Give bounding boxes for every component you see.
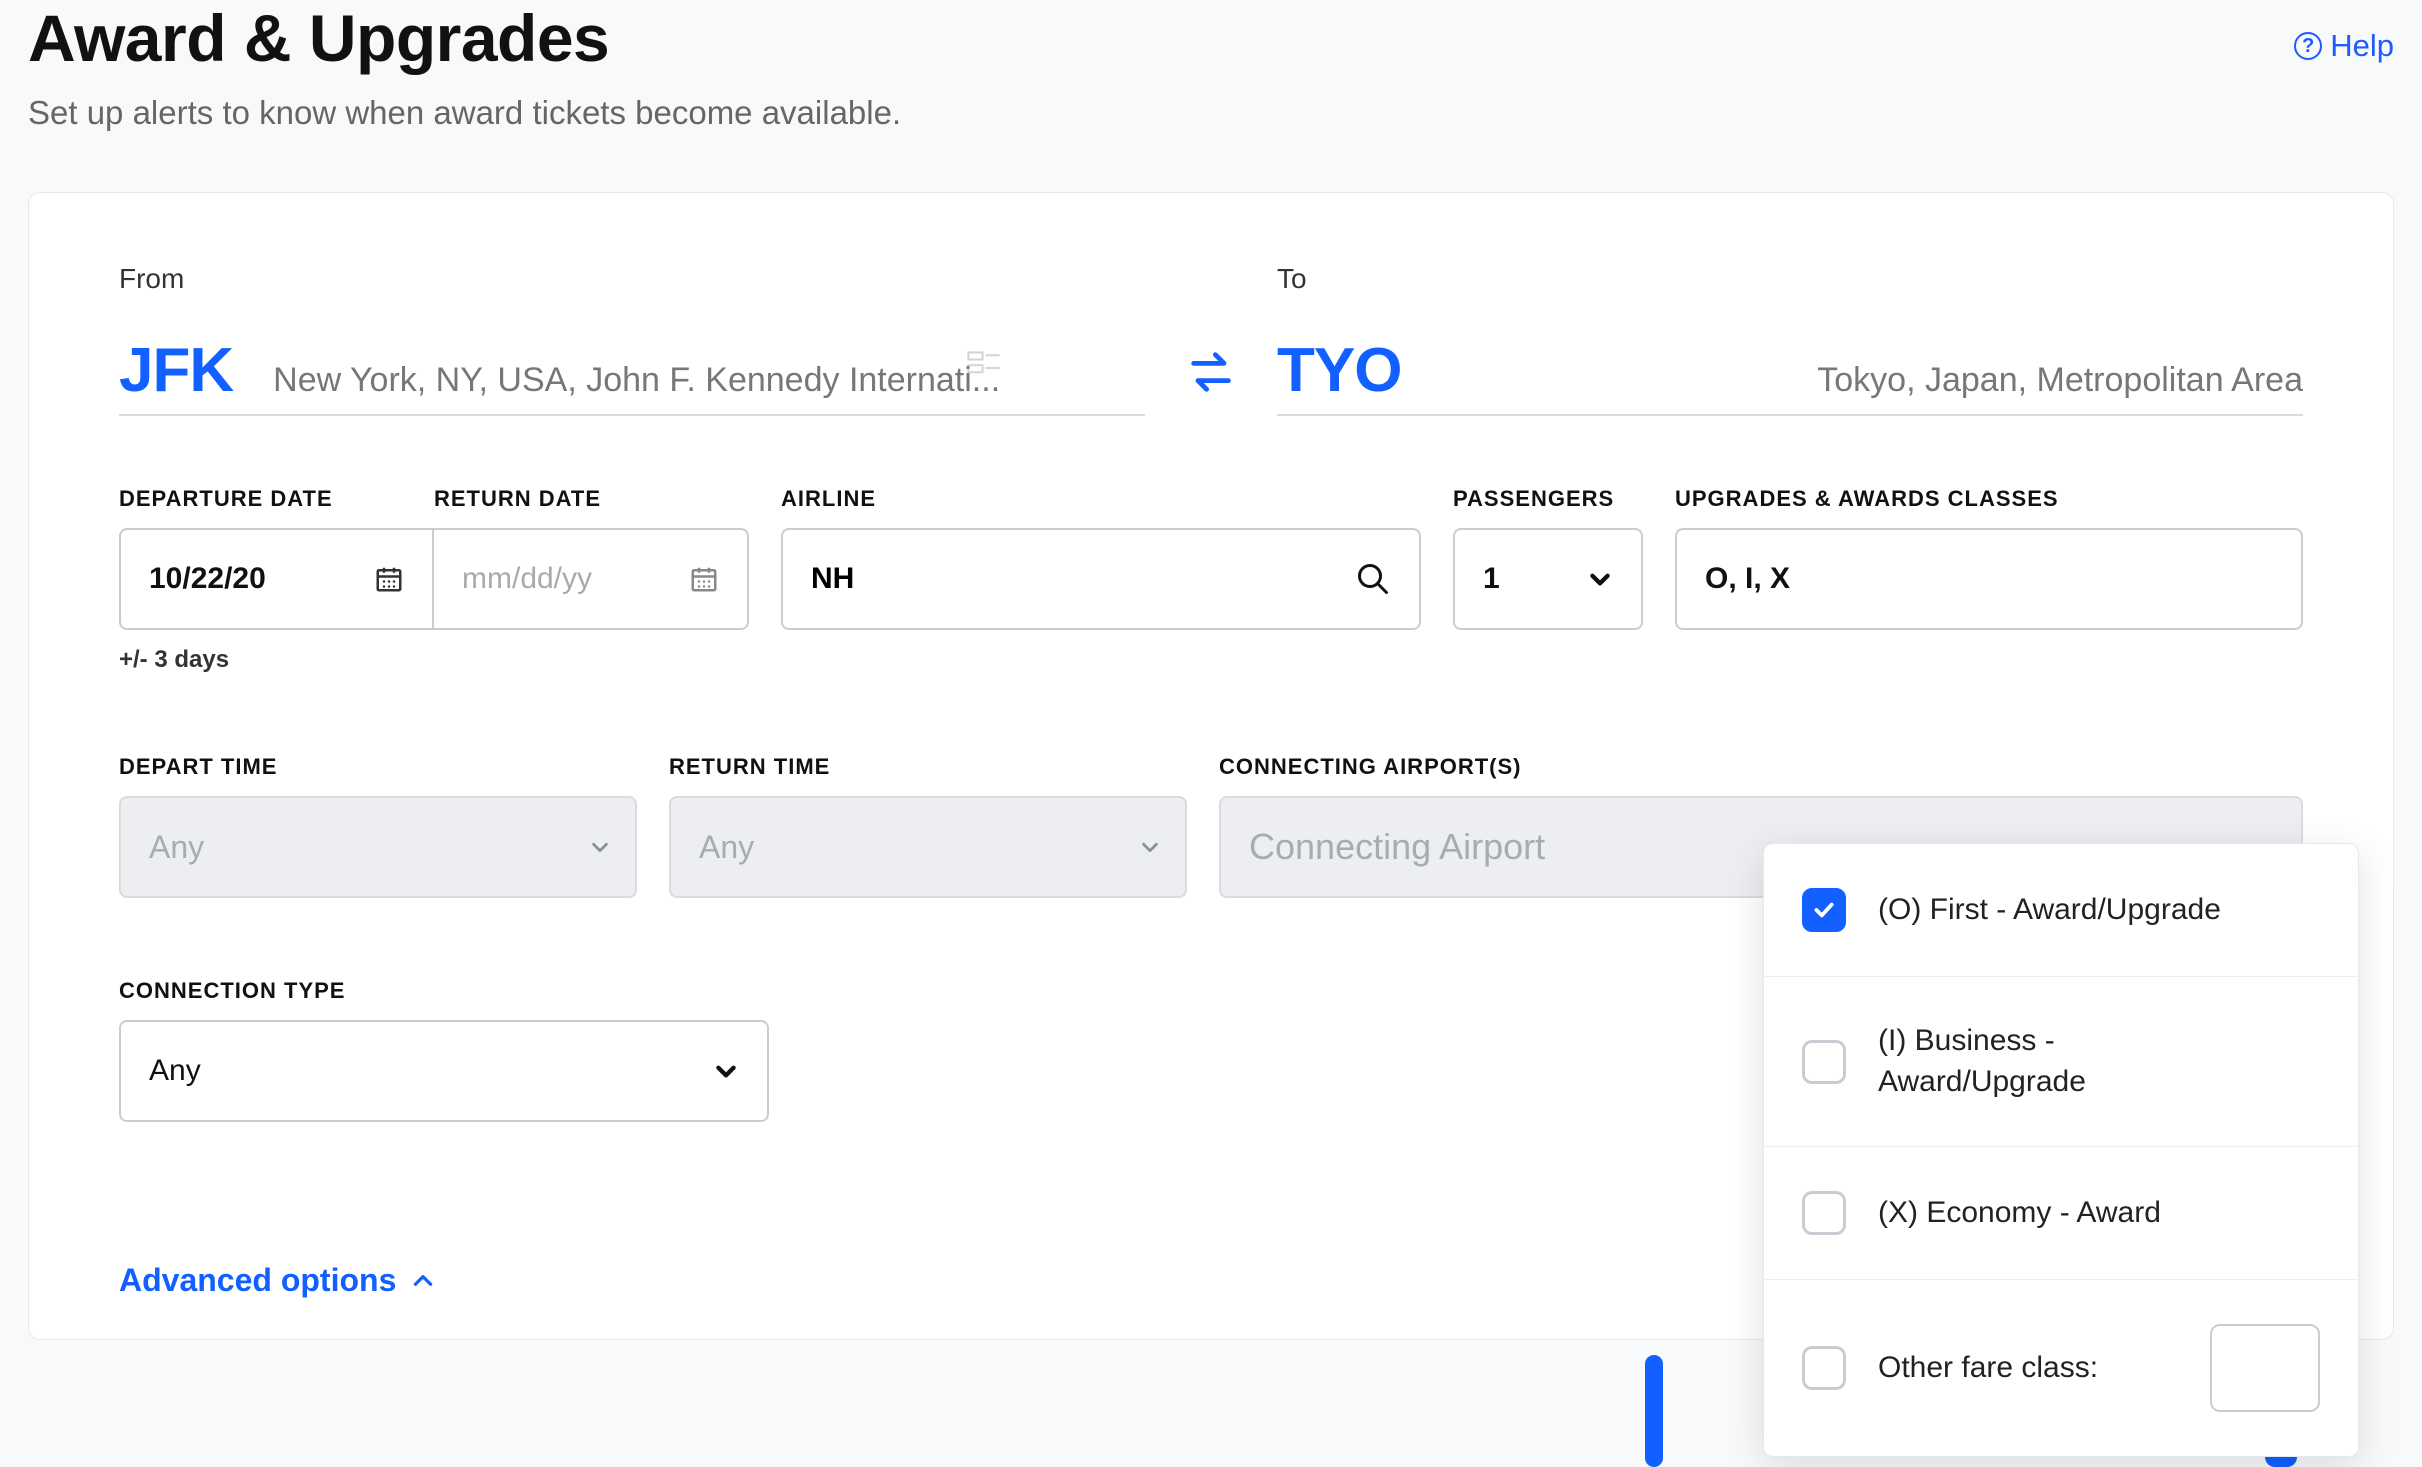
list-icon	[967, 351, 1001, 377]
class-option-other[interactable]: Other fare class:	[1764, 1280, 2358, 1456]
return-time-select[interactable]: Any	[669, 796, 1187, 898]
return-date-input[interactable]: mm/dd/yy	[434, 528, 749, 630]
passengers-value: 1	[1483, 562, 1500, 596]
depart-time-select[interactable]: Any	[119, 796, 637, 898]
calendar-icon	[374, 564, 404, 594]
class-option-other-label: Other fare class:	[1878, 1348, 2098, 1389]
chevron-up-icon	[410, 1268, 436, 1294]
swap-airports-button[interactable]	[1185, 346, 1237, 398]
classes-label: UPGRADES & AWARDS CLASSES	[1675, 486, 2303, 512]
submit-button-fragment[interactable]	[1645, 1355, 1663, 1467]
classes-dropdown: (O) First - Award/Upgrade (I) Business -…	[1763, 843, 2359, 1457]
departure-date-value: 10/22/20	[149, 562, 266, 596]
checkbox-checked[interactable]	[1802, 888, 1846, 932]
chevron-down-icon	[713, 1058, 739, 1084]
advanced-options-label: Advanced options	[119, 1262, 396, 1299]
page-subtitle: Set up alerts to know when award tickets…	[28, 94, 901, 132]
search-panel: From JFK New York, NY, USA, John F. Kenn…	[28, 192, 2394, 1340]
chevron-down-icon	[589, 836, 611, 858]
classes-select[interactable]: O, I, X	[1675, 528, 2303, 630]
to-airport-code: TYO	[1277, 335, 1401, 406]
to-airport-name: Tokyo, Japan, Metropolitan Area	[1817, 361, 2303, 400]
class-option-label: (X) Economy - Award	[1878, 1193, 2161, 1234]
return-time-placeholder: Any	[699, 829, 754, 866]
class-option-economy[interactable]: (X) Economy - Award	[1764, 1147, 2358, 1280]
passengers-select[interactable]: 1	[1453, 528, 1643, 630]
connecting-airports-label: CONNECTING AIRPORT(S)	[1219, 754, 2303, 780]
checkbox-unchecked[interactable]	[1802, 1040, 1846, 1084]
from-airport-input[interactable]: JFK New York, NY, USA, John F. Kennedy I…	[119, 335, 1145, 416]
airline-label: AIRLINE	[781, 486, 1421, 512]
checkbox-unchecked[interactable]	[1802, 1346, 1846, 1390]
date-flex-hint: +/- 3 days	[119, 646, 749, 674]
other-fare-class-input[interactable]	[2210, 1324, 2320, 1412]
return-time-label: RETURN TIME	[669, 754, 1187, 780]
chevron-down-icon	[1587, 566, 1613, 592]
return-date-label: RETURN DATE	[434, 486, 749, 512]
from-airport-name: New York, NY, USA, John F. Kennedy Inter…	[273, 361, 1145, 400]
from-label: From	[119, 263, 1145, 295]
class-option-label: (I) Business - Award/Upgrade	[1878, 1021, 2238, 1102]
passengers-label: PASSENGERS	[1453, 486, 1643, 512]
help-link[interactable]: ? Help	[2294, 28, 2394, 64]
class-option-label: (O) First - Award/Upgrade	[1878, 890, 2221, 931]
class-option-first[interactable]: (O) First - Award/Upgrade	[1764, 844, 2358, 977]
from-airport-code: JFK	[119, 335, 233, 406]
help-label: Help	[2330, 28, 2394, 64]
connection-type-value: Any	[149, 1054, 201, 1088]
connection-type-select[interactable]: Any	[119, 1020, 769, 1122]
departure-date-input[interactable]: 10/22/20	[119, 528, 434, 630]
depart-time-placeholder: Any	[149, 829, 204, 866]
airline-input[interactable]	[781, 528, 1421, 630]
depart-time-label: DEPART TIME	[119, 754, 637, 780]
search-icon	[1355, 561, 1391, 597]
help-icon: ?	[2294, 32, 2322, 60]
departure-date-label: DEPARTURE DATE	[119, 486, 434, 512]
airline-value[interactable]	[811, 562, 1337, 596]
connection-type-label: CONNECTION TYPE	[119, 978, 769, 1004]
checkbox-unchecked[interactable]	[1802, 1191, 1846, 1235]
page-title: Award & Upgrades	[28, 0, 901, 76]
connecting-airport-placeholder: Connecting Airport	[1249, 826, 1545, 868]
class-option-business[interactable]: (I) Business - Award/Upgrade	[1764, 977, 2358, 1147]
return-date-placeholder: mm/dd/yy	[462, 562, 592, 596]
calendar-icon	[689, 564, 719, 594]
classes-value: O, I, X	[1705, 562, 1790, 596]
to-airport-input[interactable]: TYO Tokyo, Japan, Metropolitan Area	[1277, 335, 2303, 416]
chevron-down-icon	[1139, 836, 1161, 858]
to-label: To	[1277, 263, 2303, 295]
